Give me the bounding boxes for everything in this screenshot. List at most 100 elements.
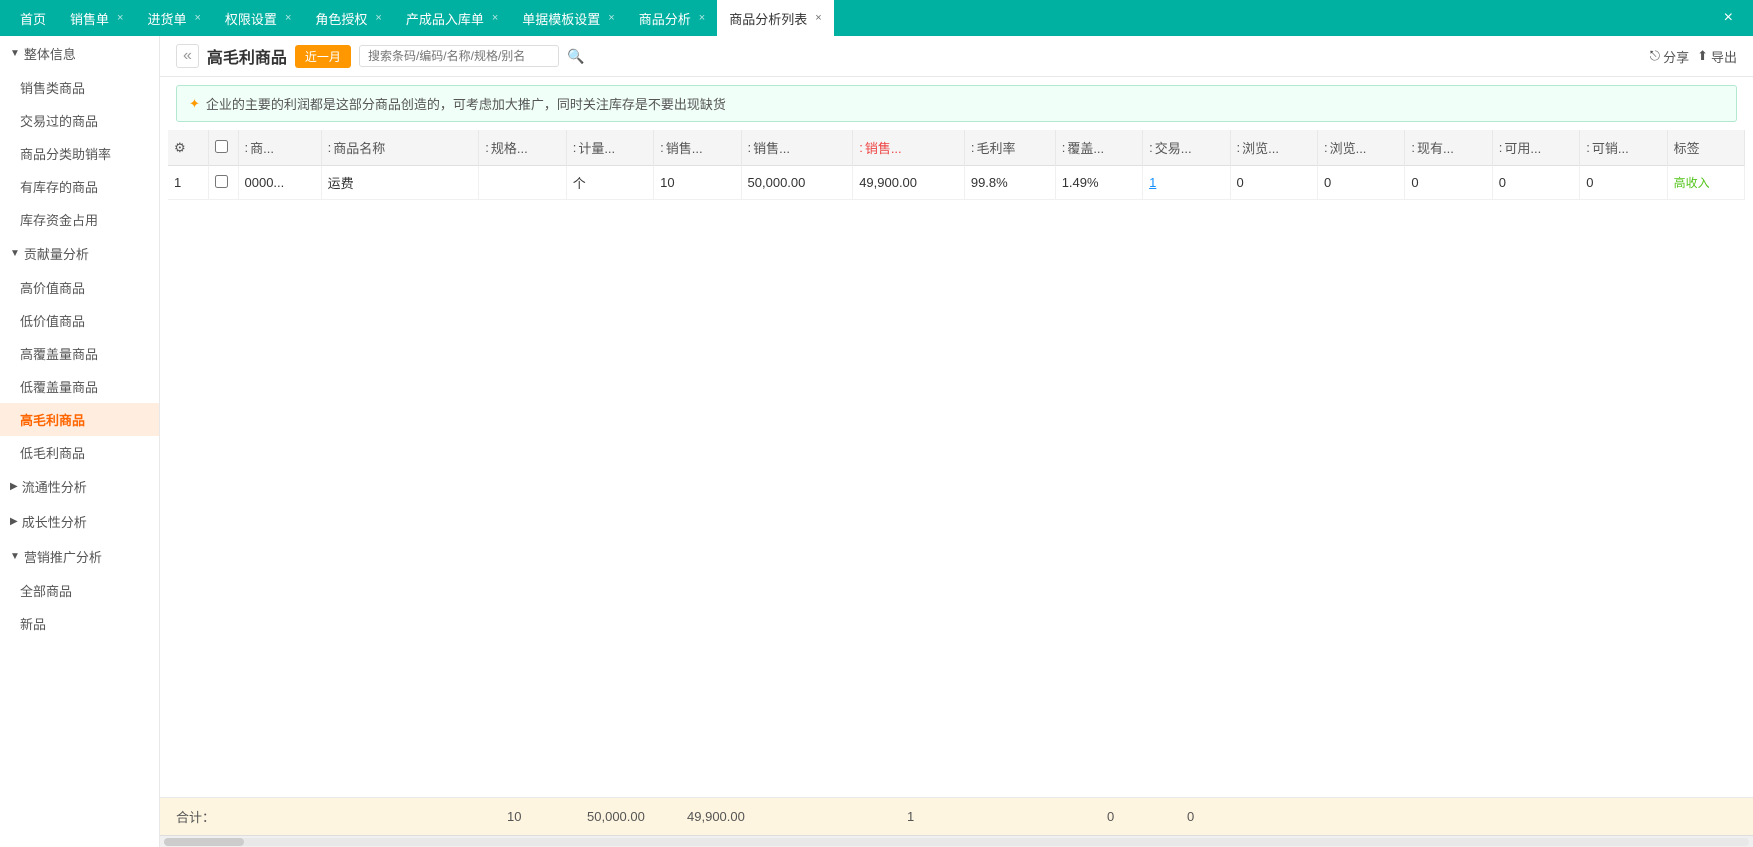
cell-coverage: 1.49% — [1055, 166, 1142, 200]
close-icon[interactable]: × — [492, 12, 498, 24]
export-icon: ⬆ — [1697, 48, 1708, 64]
close-icon[interactable]: × — [194, 12, 200, 24]
col-settings[interactable]: ⚙ — [168, 130, 208, 166]
close-icon[interactable]: × — [285, 12, 291, 24]
footer-current: 0 — [1101, 809, 1181, 824]
cell-index: 1 — [168, 166, 208, 200]
col-name[interactable]: :商品名称 — [321, 130, 479, 166]
close-icon[interactable]: × — [815, 12, 821, 24]
scrollbar-thumb[interactable] — [164, 838, 244, 846]
footer-browse-spacer — [981, 809, 1041, 824]
col-browse1[interactable]: :浏览... — [1230, 130, 1317, 166]
sidebar-item-all-goods[interactable]: 全部商品 — [0, 574, 159, 607]
close-icon[interactable]: × — [117, 12, 123, 24]
sidebar-section-contribution[interactable]: ▼ 贡献量分析 — [0, 236, 159, 271]
footer-browse-spacer2 — [1041, 809, 1101, 824]
cell-browse2: 0 — [1317, 166, 1404, 200]
sidebar-item-high-margin[interactable]: 高毛利商品 — [0, 403, 159, 436]
footer-trans: 1 — [901, 809, 981, 824]
action-buttons: ⎋ 分享 ⬆ 导出 — [1650, 47, 1737, 66]
nav-goods-analysis-list[interactable]: 商品分析列表 × — [717, 0, 833, 36]
table-container[interactable]: ⚙ :商... :商品名称 :规格... :计量... :销售... :销售..… — [160, 130, 1753, 797]
sidebar-item-low-margin[interactable]: 低毛利商品 — [0, 436, 159, 469]
footer-cells: 10 50,000.00 49,900.00 1 0 0 — [231, 809, 1737, 824]
close-icon[interactable]: × — [699, 12, 705, 24]
cell-name: 运费 — [321, 166, 479, 200]
col-browse2[interactable]: :浏览... — [1317, 130, 1404, 166]
cell-trans[interactable]: 1 — [1143, 166, 1230, 200]
footer-sales-cost: 49,900.00 — [681, 809, 781, 824]
cell-available: 0 — [1492, 166, 1579, 200]
nav-production[interactable]: 产成品入库单 × — [394, 0, 510, 36]
search-input[interactable] — [359, 45, 559, 67]
cell-browse1: 0 — [1230, 166, 1317, 200]
export-button[interactable]: ⬆ 导出 — [1697, 47, 1737, 66]
nav-permissions[interactable]: 权限设置 × — [213, 0, 303, 36]
nav-home[interactable]: 首页 — [8, 0, 58, 36]
nav-purchase-order[interactable]: 进货单 × — [135, 0, 212, 36]
col-coverage[interactable]: :覆盖... — [1055, 130, 1142, 166]
content-area: « 高毛利商品 近一月 🔍 ⎋ 分享 ⬆ 导出 ✦ 企业的主要的利润都是这部分商… — [160, 36, 1753, 847]
sidebar-item-high-value[interactable]: 高价值商品 — [0, 271, 159, 304]
col-spec[interactable]: :规格... — [479, 130, 566, 166]
col-sales-qty[interactable]: :销售... — [654, 130, 741, 166]
goods-table: ⚙ :商... :商品名称 :规格... :计量... :销售... :销售..… — [168, 130, 1745, 200]
sidebar-item-category-rate[interactable]: 商品分类助销率 — [0, 137, 159, 170]
sidebar-section-growth[interactable]: ▶ 成长性分析 — [0, 504, 159, 539]
sidebar-section-flow[interactable]: ▶ 流通性分析 — [0, 469, 159, 504]
select-all-checkbox[interactable] — [215, 140, 228, 153]
col-margin-rate[interactable]: :毛利率 — [964, 130, 1055, 166]
chevron-down-icon: ▼ — [10, 48, 20, 59]
footer-sales-amount: 50,000.00 — [581, 809, 681, 824]
sidebar-item-new-goods[interactable]: 新品 — [0, 607, 159, 640]
col-available[interactable]: :可用... — [1492, 130, 1579, 166]
footer-spacer2 — [381, 809, 441, 824]
nav-goods-analysis[interactable]: 商品分析 × — [627, 0, 717, 36]
horizontal-scrollbar[interactable] — [160, 835, 1753, 847]
nav-roles[interactable]: 角色授权 × — [303, 0, 393, 36]
cell-checkbox[interactable] — [208, 166, 238, 200]
footer-summary: 合计： 10 50,000.00 49,900.00 1 0 0 — [160, 797, 1753, 835]
sidebar-item-low-coverage[interactable]: 低覆盖量商品 — [0, 370, 159, 403]
cell-tag: 高收入 — [1667, 166, 1744, 200]
col-trans[interactable]: :交易... — [1143, 130, 1230, 166]
col-current[interactable]: :现有... — [1405, 130, 1492, 166]
cell-sellable: 0 — [1580, 166, 1667, 200]
sidebar-item-low-value[interactable]: 低价值商品 — [0, 304, 159, 337]
sidebar-item-inventory-capital[interactable]: 库存资金占用 — [0, 203, 159, 236]
close-icon[interactable]: × — [608, 12, 614, 24]
window-close-button[interactable]: × — [1712, 9, 1745, 27]
footer-margin-spacer — [781, 809, 841, 824]
nav-sales-order[interactable]: 销售单 × — [58, 0, 135, 36]
scrollbar-track[interactable] — [164, 838, 1749, 846]
content-header: « 高毛利商品 近一月 🔍 ⎋ 分享 ⬆ 导出 — [160, 36, 1753, 77]
col-sales-cost[interactable]: :销售... — [853, 130, 965, 166]
sidebar: ▼ 整体信息 销售类商品 交易过的商品 商品分类助销率 有库存的商品 库存资金占… — [0, 36, 160, 847]
col-code[interactable]: :商... — [238, 130, 321, 166]
row-checkbox[interactable] — [215, 175, 228, 188]
filter-recent-month-button[interactable]: 近一月 — [295, 45, 351, 68]
col-tag[interactable]: 标签 — [1667, 130, 1744, 166]
col-unit[interactable]: :计量... — [566, 130, 653, 166]
col-checkbox[interactable] — [208, 130, 238, 166]
sidebar-section-marketing[interactable]: ▼ 营销推广分析 — [0, 539, 159, 574]
sidebar-section-overall[interactable]: ▼ 整体信息 — [0, 36, 159, 71]
sidebar-item-traded-goods[interactable]: 交易过的商品 — [0, 104, 159, 137]
search-icon[interactable]: 🔍 — [567, 48, 584, 65]
sidebar-item-in-stock-goods[interactable]: 有库存的商品 — [0, 170, 159, 203]
col-sellable[interactable]: :可销... — [1580, 130, 1667, 166]
cell-sales-qty: 10 — [654, 166, 741, 200]
close-icon[interactable]: × — [375, 12, 381, 24]
sidebar-item-sales-goods[interactable]: 销售类商品 — [0, 71, 159, 104]
share-button[interactable]: ⎋ 分享 — [1650, 47, 1689, 66]
cell-spec — [479, 166, 566, 200]
chevron-down-icon: ▼ — [10, 551, 20, 562]
share-icon: ⎋ — [1650, 48, 1660, 64]
table-header-row: ⚙ :商... :商品名称 :规格... :计量... :销售... :销售..… — [168, 130, 1745, 166]
nav-template[interactable]: 单据模板设置 × — [510, 0, 626, 36]
col-sales-amount[interactable]: :销售... — [741, 130, 853, 166]
sidebar-collapse-button[interactable]: « — [176, 44, 199, 68]
cell-sales-amount: 50,000.00 — [741, 166, 853, 200]
sidebar-item-high-coverage[interactable]: 高覆盖量商品 — [0, 337, 159, 370]
footer-sales-qty: 10 — [501, 809, 581, 824]
